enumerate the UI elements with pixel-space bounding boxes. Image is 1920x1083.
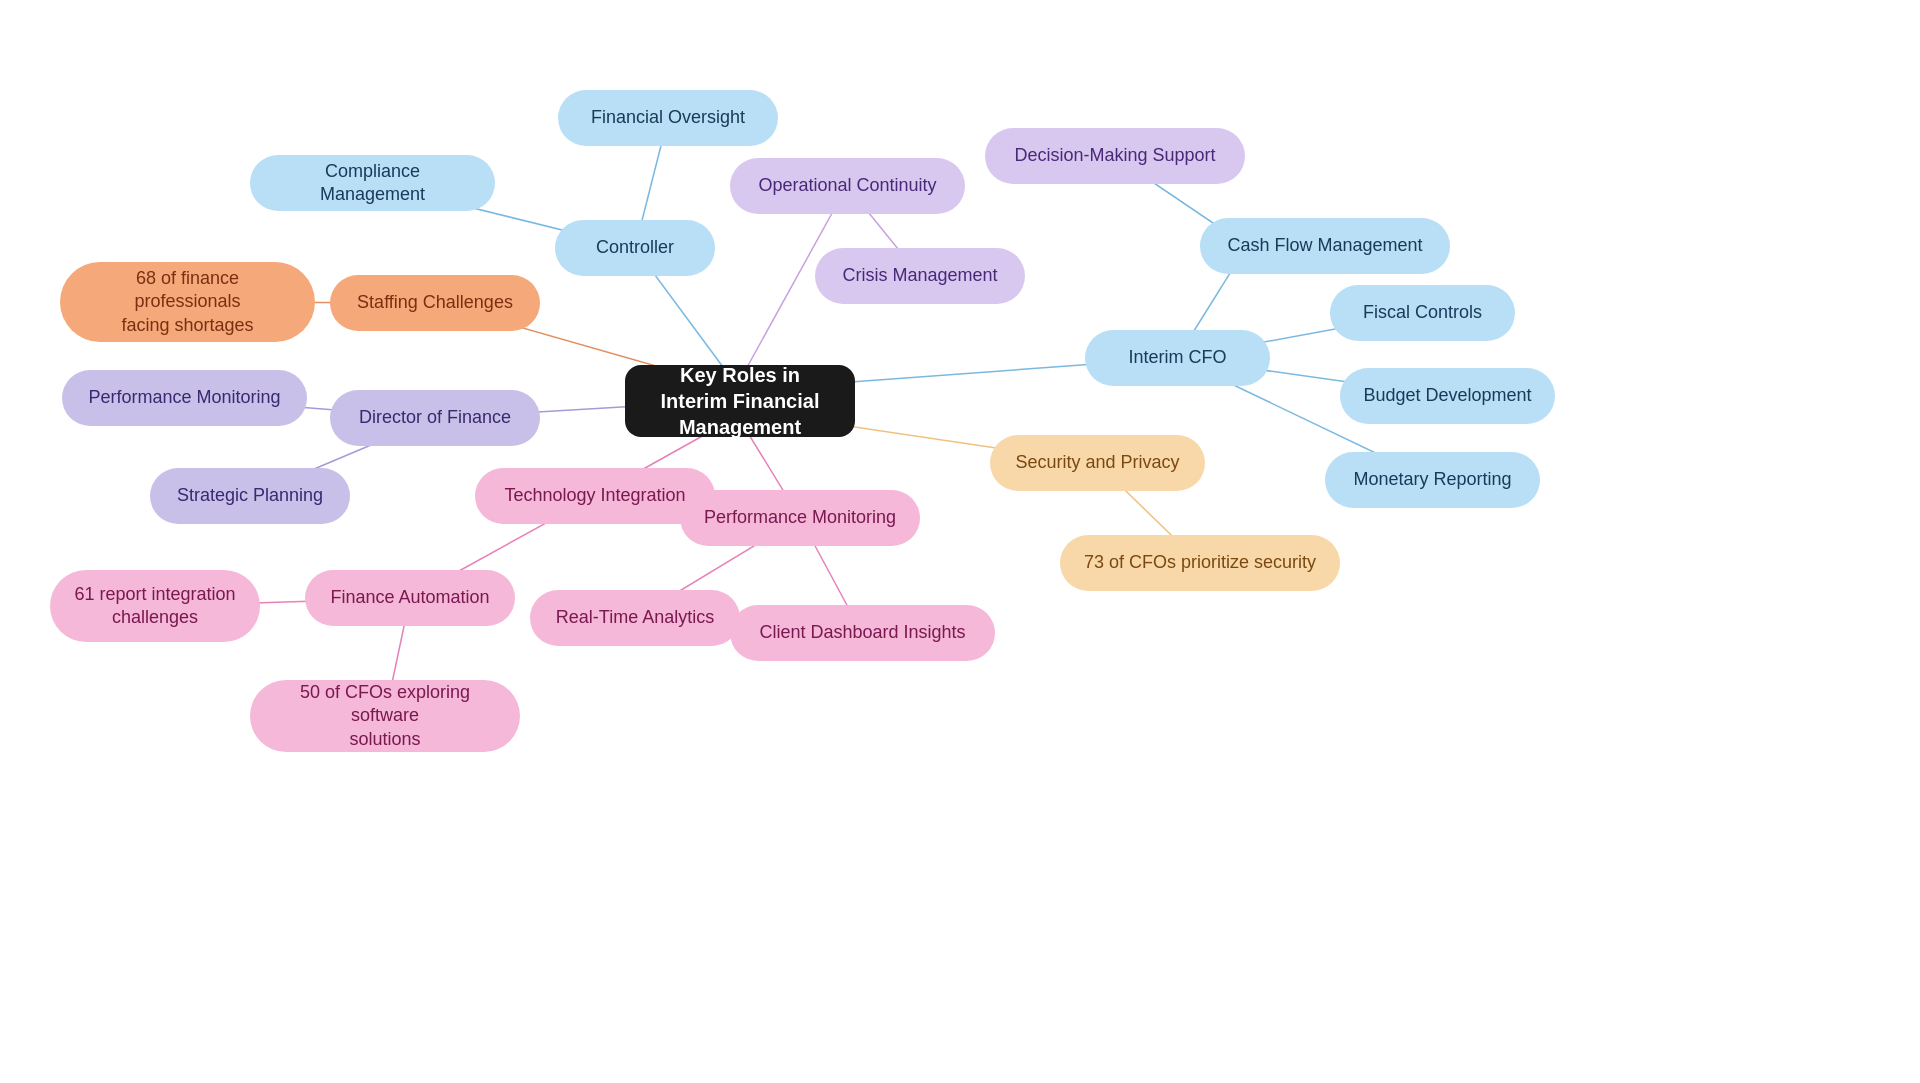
- interim-cfo-node: Interim CFO: [1085, 330, 1270, 386]
- strategic-planning-node: Strategic Planning: [150, 468, 350, 524]
- performance-monitoring-center-node: Performance Monitoring: [680, 490, 920, 546]
- operational-continuity-node: Operational Continuity: [730, 158, 965, 214]
- technology-integration-node: Technology Integration: [475, 468, 715, 524]
- monetary-reporting-node: Monetary Reporting: [1325, 452, 1540, 508]
- finance-automation-node: Finance Automation: [305, 570, 515, 626]
- center-node: Key Roles in Interim Financial Managemen…: [625, 365, 855, 437]
- fiscal-controls-node: Fiscal Controls: [1330, 285, 1515, 341]
- director-of-finance-node: Director of Finance: [330, 390, 540, 446]
- real-time-analytics-node: Real-Time Analytics: [530, 590, 740, 646]
- 68-finance-node: 68 of finance professionals facing short…: [60, 262, 315, 342]
- security-privacy-node: Security and Privacy: [990, 435, 1205, 491]
- 50-cfos-node: 50 of CFOs exploring software solutions: [250, 680, 520, 752]
- 61-report-node: 61 report integration challenges: [50, 570, 260, 642]
- staffing-challenges-node: Staffing Challenges: [330, 275, 540, 331]
- client-dashboard-node: Client Dashboard Insights: [730, 605, 995, 661]
- controller-node: Controller: [555, 220, 715, 276]
- 73-cfos-node: 73 of CFOs prioritize security: [1060, 535, 1340, 591]
- decision-making-support-node: Decision-Making Support: [985, 128, 1245, 184]
- performance-monitoring-left-node: Performance Monitoring: [62, 370, 307, 426]
- crisis-management-node: Crisis Management: [815, 248, 1025, 304]
- budget-development-node: Budget Development: [1340, 368, 1555, 424]
- financial-oversight-node: Financial Oversight: [558, 90, 778, 146]
- cash-flow-management-node: Cash Flow Management: [1200, 218, 1450, 274]
- compliance-management-node: Compliance Management: [250, 155, 495, 211]
